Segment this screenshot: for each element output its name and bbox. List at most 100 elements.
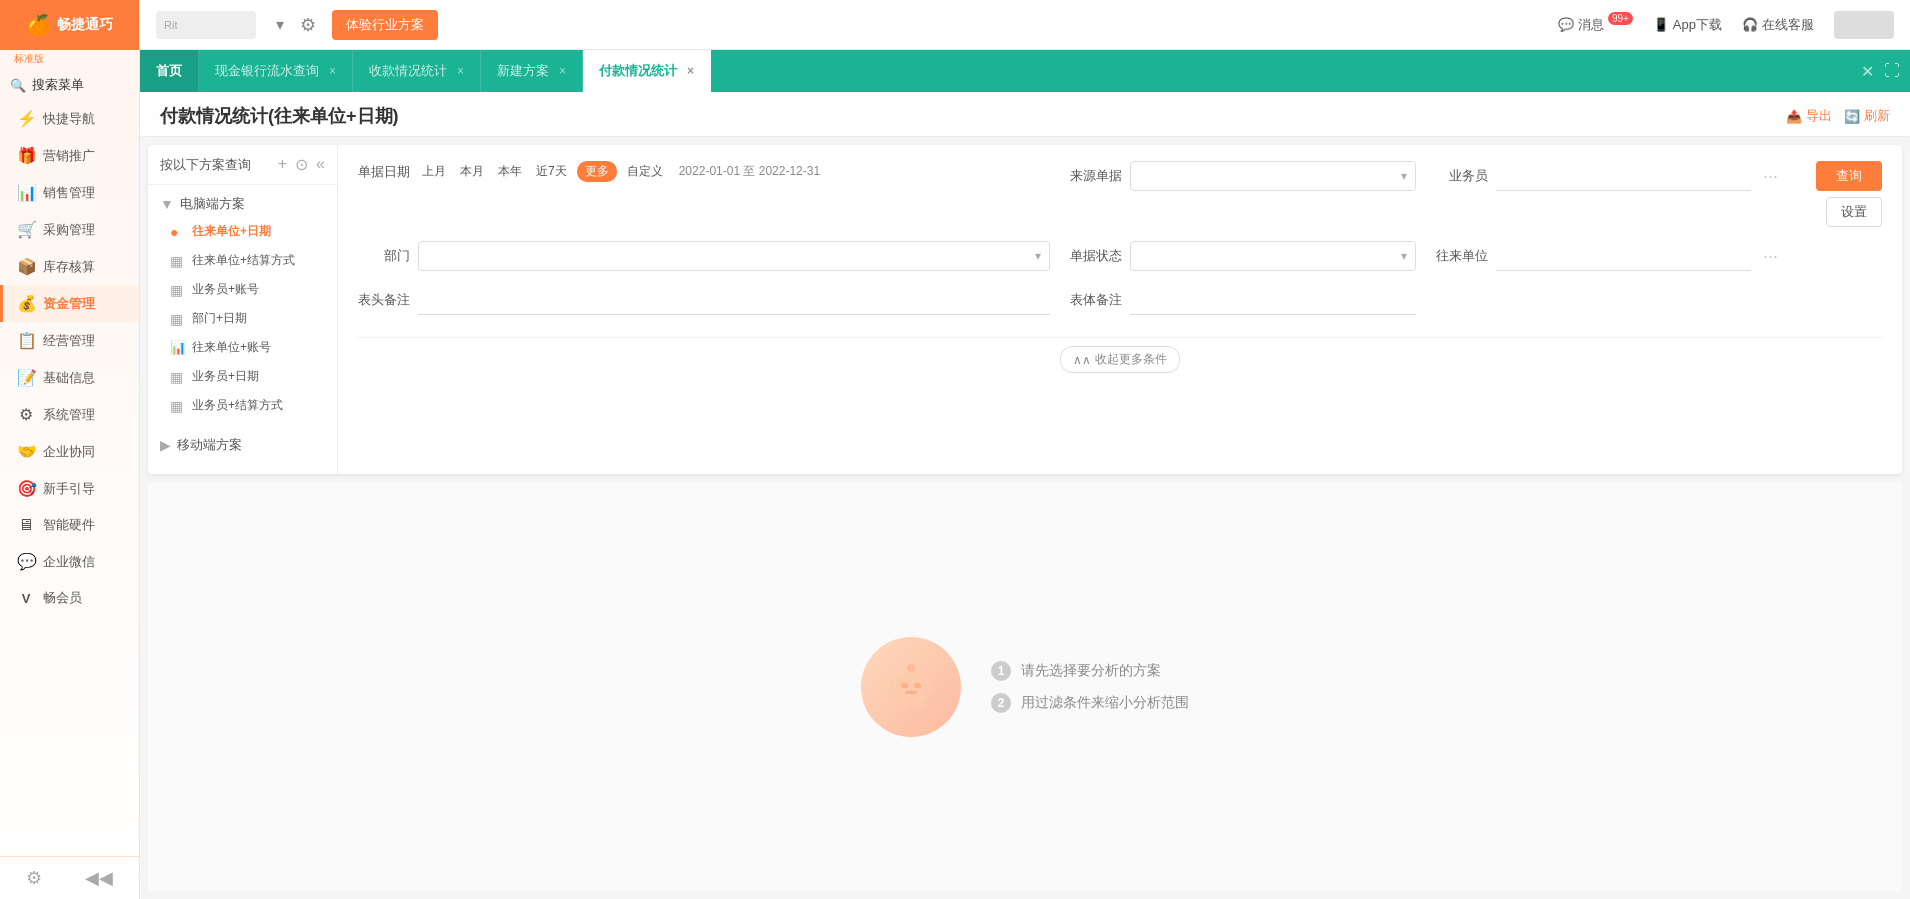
scheme-item-salesman-date[interactable]: ▦ 业务员+日期	[156, 362, 337, 391]
sidebar-item-basic[interactable]: 📝 基础信息	[0, 359, 139, 396]
sidebar-item-label: 资金管理	[43, 295, 95, 313]
scheme-group-mobile-header[interactable]: ▶ 移动端方案	[148, 432, 337, 458]
tab-bank-flow-label: 现金银行流水查询	[215, 62, 319, 80]
sidebar-item-wechat[interactable]: 💬 企业微信	[0, 543, 139, 580]
collapse-label: 收起更多条件	[1095, 351, 1167, 368]
service-icon: 🎧	[1742, 17, 1758, 32]
tab-new-scheme[interactable]: 新建方案 ×	[481, 50, 583, 92]
app-download-btn[interactable]: 📱 App下载	[1653, 16, 1722, 34]
tab-expand-btn[interactable]: ⛶	[1884, 62, 1900, 80]
scheme-collapse-btn[interactable]: «	[316, 155, 325, 174]
topbar: Rit ▾ ⚙ 体验行业方案 💬 消息 99+ 📱 App下载 🎧 在线客服	[140, 0, 1910, 50]
salesman-more-btn[interactable]: ···	[1759, 166, 1782, 187]
scheme-item-icon-3: ▦	[170, 311, 186, 327]
user-avatar[interactable]	[1834, 11, 1894, 39]
date-opt-custom[interactable]: 自定义	[623, 161, 667, 182]
docstatus-select[interactable]: ▾	[1130, 241, 1416, 271]
mobile-group-collapse-icon: ▶	[160, 437, 171, 453]
sidebar-item-enterprise[interactable]: 🤝 企业协同	[0, 433, 139, 470]
scheme-panel-title: 按以下方案查询	[160, 156, 251, 174]
tab-payment-close[interactable]: ×	[687, 64, 694, 78]
scheme-item-icon-1: ▦	[170, 253, 186, 269]
counterpart-more-btn[interactable]: ···	[1759, 246, 1782, 267]
scheme-item-label: 业务员+账号	[192, 281, 259, 298]
tab-bank-flow-close[interactable]: ×	[329, 64, 336, 78]
sidebar-item-label: 快捷导航	[43, 110, 95, 128]
tab-close-all-btn[interactable]: ✕	[1861, 62, 1874, 81]
sidebar-item-system[interactable]: ⚙ 系统管理	[0, 396, 139, 433]
capital-icon: 💰	[17, 294, 35, 313]
avatar-dropdown-icon[interactable]: ▾	[276, 15, 284, 34]
dept-select[interactable]: ▾	[418, 241, 1050, 271]
sidebar-gear-btn[interactable]: ⚙	[26, 867, 42, 889]
enterprise-icon: 🤝	[17, 442, 35, 461]
sidebar-item-label: 智能硬件	[43, 516, 95, 534]
counterpart-input[interactable]	[1496, 241, 1751, 271]
online-service-btn[interactable]: 🎧 在线客服	[1742, 16, 1814, 34]
tab-home[interactable]: 首页	[140, 50, 199, 92]
scheme-item-counterpart-date[interactable]: ● 往来单位+日期	[156, 217, 337, 246]
scheme-settings-btn[interactable]: ⊙	[295, 155, 308, 174]
scheme-item-salesman-account[interactable]: ▦ 业务员+账号	[156, 275, 337, 304]
sidebar-item-label: 采购管理	[43, 221, 95, 239]
scheme-group-desktop-header[interactable]: ▼ 电脑端方案	[148, 191, 337, 217]
operation-icon: 📋	[17, 331, 35, 350]
sidebar-item-marketing[interactable]: 🎁 营销推广	[0, 137, 139, 174]
scheme-item-label: 往来单位+日期	[192, 223, 271, 240]
sidebar-item-label: 经营管理	[43, 332, 95, 350]
scheme-item-counterpart-settlement[interactable]: ▦ 往来单位+结算方式	[156, 246, 337, 275]
svg-rect-3	[905, 691, 917, 694]
header-note-input[interactable]	[418, 285, 1050, 315]
sales-icon: 📊	[17, 183, 35, 202]
tab-payment-stats[interactable]: 付款情况统计 ×	[583, 50, 711, 92]
export-btn[interactable]: 📤 导出	[1786, 107, 1832, 125]
date-opt-more[interactable]: 更多	[577, 161, 617, 182]
scheme-item-label: 往来单位+账号	[192, 339, 271, 356]
date-opt-7days[interactable]: 近7天	[532, 161, 571, 182]
refresh-label: 刷新	[1864, 107, 1890, 125]
filter-dept-field: 部门 ▾	[358, 241, 1050, 271]
trial-btn[interactable]: 体验行业方案	[332, 10, 438, 40]
sidebar-item-sales[interactable]: 📊 销售管理	[0, 174, 139, 211]
refresh-btn[interactable]: 🔄 刷新	[1844, 107, 1890, 125]
sidebar-item-guide[interactable]: 🎯 新手引导	[0, 470, 139, 507]
scheme-items-desktop: ● 往来单位+日期 ▦ 往来单位+结算方式 ▦ 业务员+账号 ▦	[148, 217, 337, 420]
tab-collection-close[interactable]: ×	[457, 64, 464, 78]
scheme-add-btn[interactable]: +	[278, 155, 287, 174]
scheme-item-counterpart-account[interactable]: 📊 往来单位+账号	[156, 333, 337, 362]
date-opt-this-month[interactable]: 本月	[456, 161, 488, 182]
sidebar-item-label: 畅会员	[43, 589, 82, 607]
scheme-item-dept-date[interactable]: ▦ 部门+日期	[156, 304, 337, 333]
sidebar-search[interactable]: 🔍 搜索菜单	[0, 70, 139, 100]
search-label: 搜索菜单	[32, 76, 84, 94]
filter-settings-btn[interactable]: 设置	[1826, 197, 1882, 227]
sidebar-item-inventory[interactable]: 📦 库存核算	[0, 248, 139, 285]
body-note-input[interactable]	[1130, 285, 1416, 315]
scheme-item-icon-5: ▦	[170, 369, 186, 385]
dept-dropdown-icon: ▾	[1035, 249, 1041, 263]
sidebar-item-capital[interactable]: 💰 资金管理	[0, 285, 139, 322]
desktop-group-collapse-icon: ▼	[160, 196, 174, 212]
sidebar-item-quick-nav[interactable]: ⚡ 快捷导航	[0, 100, 139, 137]
date-opt-this-year[interactable]: 本年	[494, 161, 526, 182]
tabbar-actions: ✕ ⛶	[1851, 50, 1910, 92]
settings-gear-icon[interactable]: ⚙	[300, 14, 316, 36]
scheme-item-salesman-settlement[interactable]: ▦ 业务员+结算方式	[156, 391, 337, 420]
tab-collection-stats[interactable]: 收款情况统计 ×	[353, 50, 481, 92]
query-btn[interactable]: 查询	[1816, 161, 1882, 191]
date-opt-last-month[interactable]: 上月	[418, 161, 450, 182]
tab-new-scheme-close[interactable]: ×	[559, 64, 566, 78]
sidebar-item-hardware[interactable]: 🖥 智能硬件	[0, 507, 139, 543]
tab-payment-stats-label: 付款情况统计	[599, 62, 677, 80]
sidebar-item-operation[interactable]: 📋 经营管理	[0, 322, 139, 359]
sidebar-item-purchase[interactable]: 🛒 采购管理	[0, 211, 139, 248]
svg-rect-7	[927, 681, 933, 693]
tab-bank-flow[interactable]: 现金银行流水查询 ×	[199, 50, 353, 92]
sidebar-collapse-btn[interactable]: ◀◀	[85, 867, 113, 889]
messages-btn[interactable]: 💬 消息 99+	[1558, 16, 1633, 34]
salesman-input[interactable]	[1496, 161, 1751, 191]
tab-new-scheme-label: 新建方案	[497, 62, 549, 80]
source-select[interactable]: ▾	[1130, 161, 1416, 191]
collapse-more-btn[interactable]: ∧∧ 收起更多条件	[1060, 346, 1180, 373]
sidebar-item-member[interactable]: V 畅会员	[0, 580, 139, 616]
